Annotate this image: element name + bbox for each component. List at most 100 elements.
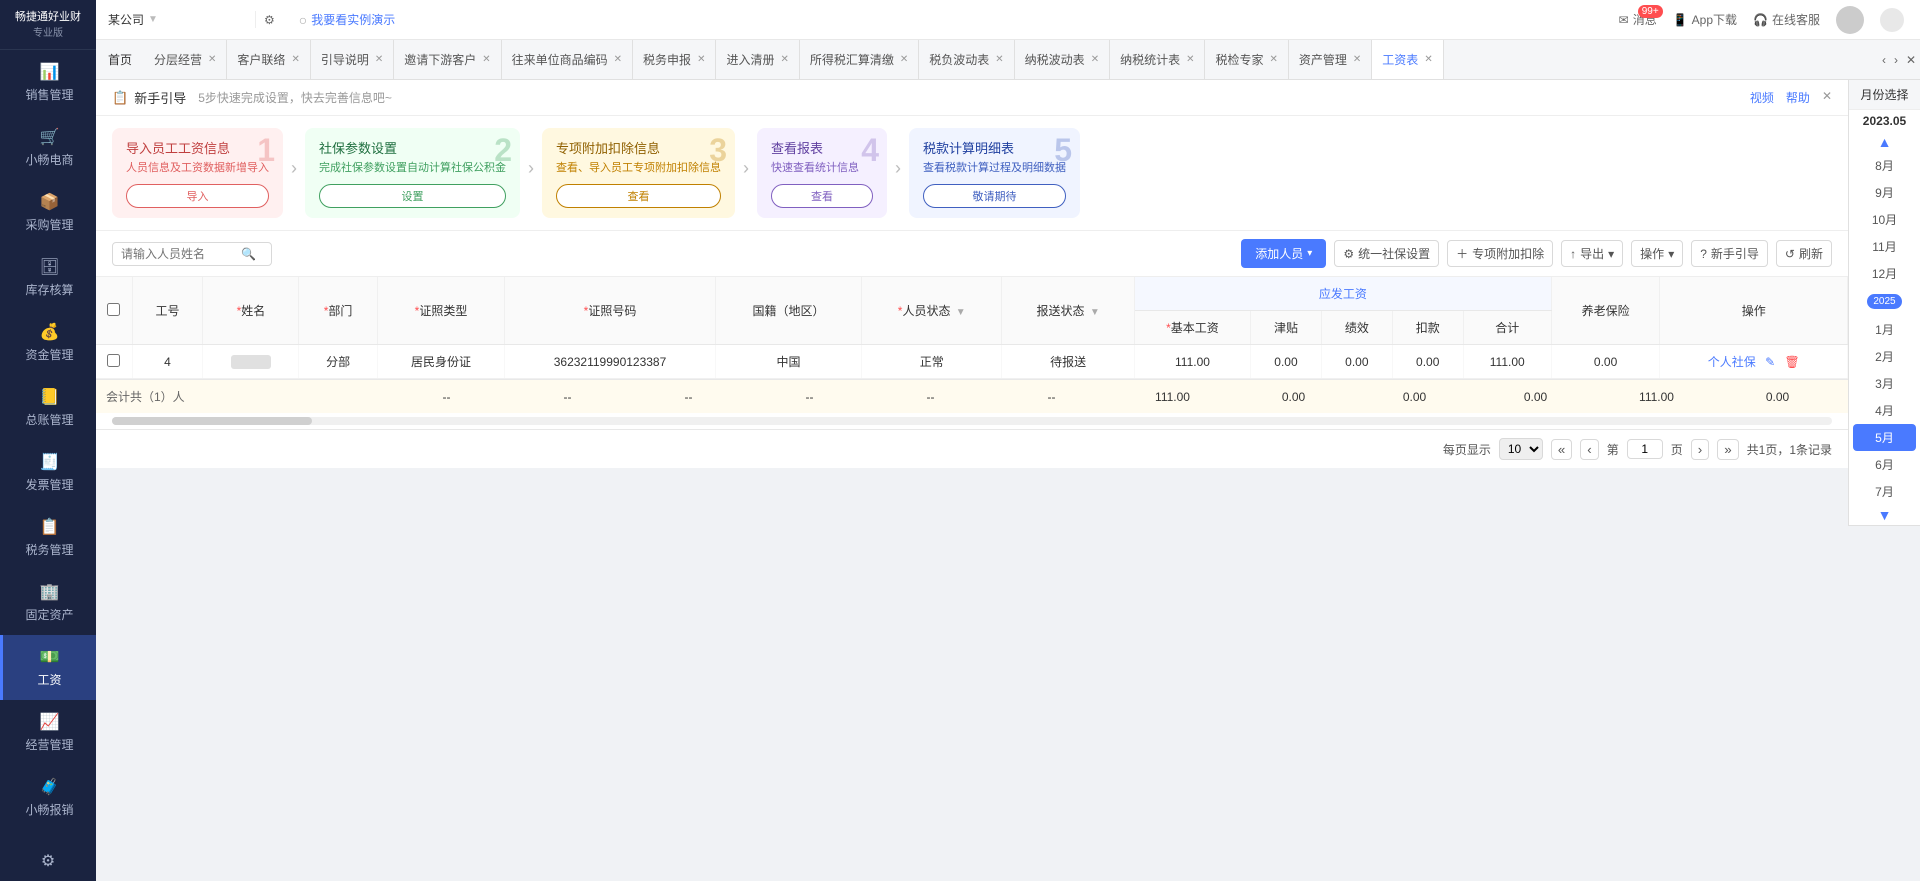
page-number-input[interactable]: [1627, 439, 1663, 459]
refresh-btn[interactable]: ↺ 刷新: [1776, 240, 1832, 267]
sidebar-item-小畅报销[interactable]: 🧳小畅报销: [0, 765, 96, 830]
app-download-btn[interactable]: 📱 App下载: [1673, 11, 1737, 28]
guide-close-btn[interactable]: ✕: [1822, 89, 1832, 106]
sidebar-item-销售管理[interactable]: 📊销售管理: [0, 50, 96, 115]
step-btn-1[interactable]: 导入: [126, 184, 269, 208]
last-page-btn[interactable]: »: [1717, 439, 1738, 460]
tab-10[interactable]: 纳税波动表✕: [1015, 40, 1110, 79]
tab-close-13[interactable]: ✕: [1353, 54, 1361, 65]
tab-close-12[interactable]: ✕: [1270, 54, 1278, 65]
month-item-9[interactable]: 4月: [1849, 397, 1920, 424]
first-page-btn[interactable]: «: [1551, 439, 1572, 460]
sidebar-item-发票管理[interactable]: 🧾发票管理: [0, 440, 96, 505]
topbar-settings-icon[interactable]: ⚙: [256, 13, 283, 27]
edit-link[interactable]: ✎: [1765, 355, 1775, 369]
tab-close-all[interactable]: ✕: [1902, 53, 1920, 67]
status-filter-icon[interactable]: ▼: [956, 307, 966, 318]
user-avatar[interactable]: [1836, 6, 1864, 34]
operation-btn[interactable]: 操作 ▾: [1631, 240, 1683, 267]
prev-page-btn[interactable]: ‹: [1580, 439, 1598, 460]
per-page-select[interactable]: 10 20 50: [1499, 438, 1543, 460]
month-nav-down[interactable]: ▼: [1849, 505, 1920, 525]
tab-13[interactable]: 资产管理✕: [1289, 40, 1372, 79]
user-menu[interactable]: [1880, 8, 1904, 32]
tab-close-7[interactable]: ✕: [780, 54, 788, 65]
search-icon[interactable]: 🔍: [241, 247, 256, 261]
search-box[interactable]: 🔍: [112, 242, 272, 266]
tab-close-1[interactable]: ✕: [208, 54, 216, 65]
search-input[interactable]: [121, 247, 241, 261]
month-item-10[interactable]: 5月: [1853, 424, 1916, 451]
tab-4[interactable]: 邀请下游客户✕: [394, 40, 501, 79]
sidebar-item-工资[interactable]: 💵工资: [0, 635, 96, 700]
sidebar-item-税务管理[interactable]: 📋税务管理: [0, 505, 96, 570]
month-item-11[interactable]: 6月: [1849, 451, 1920, 478]
sidebar-item-基础信息[interactable]: ℹ基础信息: [0, 830, 96, 841]
tab-close-6[interactable]: ✕: [697, 54, 705, 65]
month-item-7[interactable]: 2月: [1849, 343, 1920, 370]
tab-1[interactable]: 分层经营✕: [144, 40, 227, 79]
sidebar-item-采购管理[interactable]: 📦采购管理: [0, 180, 96, 245]
tab-6[interactable]: 税务申报✕: [633, 40, 716, 79]
sidebar-item-资金管理[interactable]: 💰资金管理: [0, 310, 96, 375]
guide-video-btn[interactable]: 视频: [1750, 89, 1774, 106]
step-btn-4[interactable]: 查看: [771, 184, 873, 208]
horizontal-scrollbar[interactable]: [96, 413, 1848, 429]
month-nav-up[interactable]: ▲: [1849, 132, 1920, 152]
tab-9[interactable]: 税负波动表✕: [919, 40, 1014, 79]
guide-help-btn[interactable]: 帮助: [1786, 89, 1810, 106]
step-btn-5[interactable]: 敬请期待: [923, 184, 1066, 208]
tab-close-11[interactable]: ✕: [1186, 54, 1194, 65]
guide-btn[interactable]: ? 新手引导: [1691, 240, 1768, 267]
export-btn[interactable]: ↑ 导出 ▾: [1561, 240, 1623, 267]
tab-close-4[interactable]: ✕: [482, 54, 490, 65]
tab-close-14[interactable]: ✕: [1424, 54, 1432, 65]
select-all-checkbox[interactable]: [107, 303, 120, 316]
scroll-thumb[interactable]: [112, 417, 312, 425]
tab-nav-right-btn[interactable]: ›: [1890, 53, 1902, 67]
tab-3[interactable]: 引导说明✕: [311, 40, 394, 79]
step-btn-3[interactable]: 查看: [556, 184, 721, 208]
add-person-btn[interactable]: 添加人员 ▾: [1241, 239, 1326, 268]
tab-7[interactable]: 进入清册✕: [716, 40, 799, 79]
online-service-btn[interactable]: 🎧 在线客服: [1753, 11, 1820, 28]
month-item-4[interactable]: 12月: [1849, 260, 1920, 287]
tab-close-8[interactable]: ✕: [900, 54, 908, 65]
tab-14[interactable]: 工资表✕: [1372, 40, 1443, 79]
tab-12[interactable]: 税检专家✕: [1205, 40, 1288, 79]
sidebar-item-小畅电商[interactable]: 🛒小畅电商: [0, 115, 96, 180]
sidebar-item-固定资产[interactable]: 🏢固定资产: [0, 570, 96, 635]
tab-11[interactable]: 纳税统计表✕: [1110, 40, 1205, 79]
tab-close-2[interactable]: ✕: [291, 54, 299, 65]
month-item-0[interactable]: 8月: [1849, 152, 1920, 179]
personal-social-security-link[interactable]: 个人社保: [1708, 355, 1756, 369]
month-item-6[interactable]: 1月: [1849, 316, 1920, 343]
month-item-12[interactable]: 7月: [1849, 478, 1920, 505]
sidebar-item-总账管理[interactable]: 📒总账管理: [0, 375, 96, 440]
next-page-btn[interactable]: ›: [1691, 439, 1709, 460]
social-security-btn[interactable]: ⚙ 统一社保设置: [1334, 240, 1439, 267]
tab-close-9[interactable]: ✕: [995, 54, 1003, 65]
sidebar-item-库存核算[interactable]: 🗄库存核算: [0, 245, 96, 310]
sidebar-item-经营管理[interactable]: 📈经营管理: [0, 700, 96, 765]
tab-5[interactable]: 往来单位商品编码✕: [502, 40, 633, 79]
row-select-checkbox[interactable]: [107, 354, 120, 367]
month-item-1[interactable]: 9月: [1849, 179, 1920, 206]
report-filter-icon[interactable]: ▼: [1090, 307, 1100, 318]
tab-close-3[interactable]: ✕: [375, 54, 383, 65]
month-item-8[interactable]: 3月: [1849, 370, 1920, 397]
message-btn[interactable]: ✉ 消息 99+: [1619, 11, 1657, 28]
tab-2[interactable]: 客户联络✕: [227, 40, 310, 79]
special-deduction-btn[interactable]: ＋ 专项附加扣除: [1447, 240, 1553, 267]
tab-nav-left[interactable]: ‹: [1878, 53, 1890, 67]
delete-link[interactable]: 🗑: [1784, 355, 1799, 369]
tab-close-10[interactable]: ✕: [1091, 54, 1099, 65]
demo-link[interactable]: ○ 我要看实例演示: [283, 11, 407, 28]
month-item-5[interactable]: 2025: [1849, 287, 1920, 316]
dropdown-icon[interactable]: ▼: [148, 14, 158, 25]
settings-icon[interactable]: ⚙: [41, 853, 55, 870]
step-btn-2[interactable]: 设置: [319, 184, 506, 208]
tab-home[interactable]: 首页: [96, 40, 144, 79]
tab-8[interactable]: 所得税汇算清缴✕: [800, 40, 919, 79]
month-item-2[interactable]: 10月: [1849, 206, 1920, 233]
